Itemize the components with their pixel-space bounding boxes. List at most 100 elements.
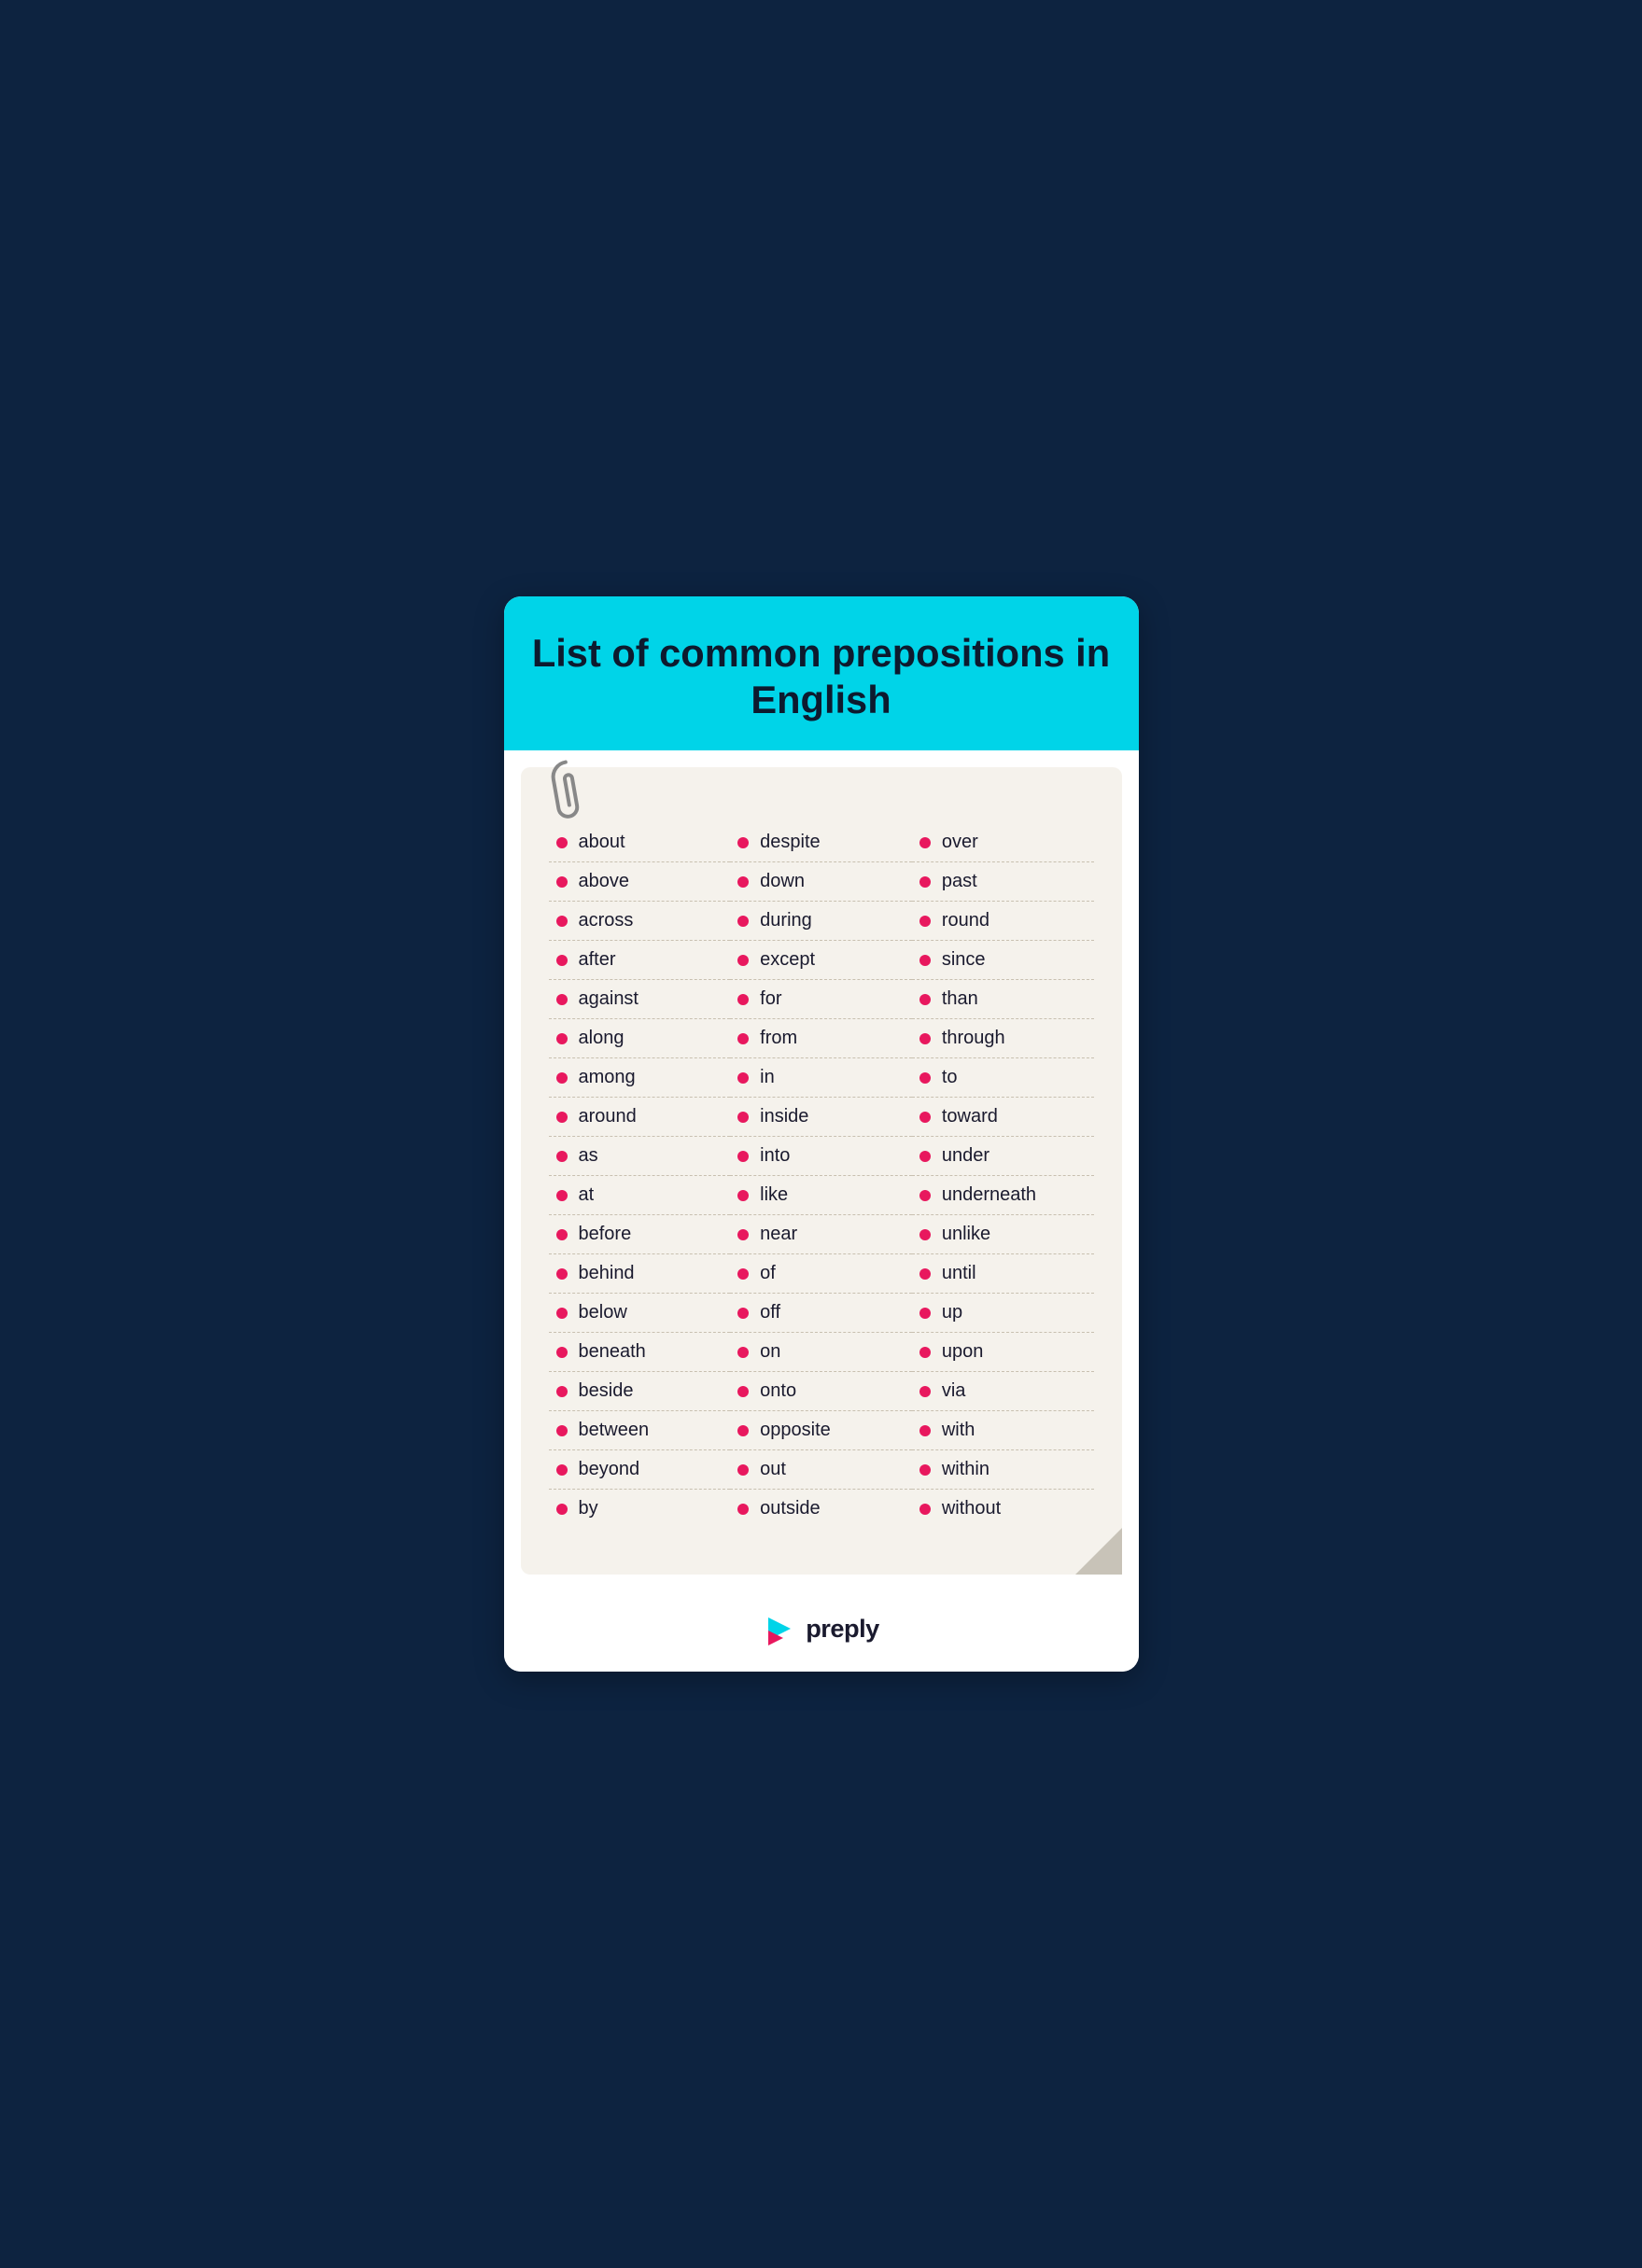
bullet-icon xyxy=(556,1425,568,1436)
preply-logo: preply xyxy=(763,1612,879,1645)
list-item: since xyxy=(912,941,1094,980)
list-item: along xyxy=(549,1019,731,1058)
list-item: within xyxy=(912,1450,1094,1490)
bullet-icon xyxy=(919,1151,931,1162)
preposition-word: without xyxy=(942,1498,1001,1519)
preposition-word: with xyxy=(942,1420,975,1441)
bullet-icon xyxy=(556,1112,568,1123)
bullet-icon xyxy=(556,1386,568,1397)
list-item: after xyxy=(549,941,731,980)
preposition-word: under xyxy=(942,1145,989,1167)
list-item: up xyxy=(912,1294,1094,1333)
preposition-word: off xyxy=(760,1302,780,1323)
bullet-icon xyxy=(556,1151,568,1162)
bullet-icon xyxy=(919,876,931,888)
bullet-icon xyxy=(737,1112,749,1123)
list-item: upon xyxy=(912,1333,1094,1372)
bullet-icon xyxy=(556,837,568,848)
card-header: List of common prepositions in English xyxy=(504,596,1139,751)
preposition-word: like xyxy=(760,1184,788,1206)
list-item: of xyxy=(730,1254,912,1294)
list-item: onto xyxy=(730,1372,912,1411)
preposition-word: until xyxy=(942,1263,976,1284)
preposition-word: than xyxy=(942,988,978,1010)
bullet-icon xyxy=(919,1308,931,1319)
list-item: outside xyxy=(730,1490,912,1528)
bullet-icon xyxy=(556,994,568,1005)
column-1: aboutaboveacrossafteragainstalongamongar… xyxy=(549,823,731,1528)
bullet-icon xyxy=(556,876,568,888)
preposition-word: near xyxy=(760,1224,797,1245)
list-item: beside xyxy=(549,1372,731,1411)
list-item: except xyxy=(730,941,912,980)
preposition-word: via xyxy=(942,1380,966,1402)
preposition-word: over xyxy=(942,832,978,853)
list-item: inside xyxy=(730,1098,912,1137)
card-body: aboutaboveacrossafteragainstalongamongar… xyxy=(521,767,1122,1575)
list-item: between xyxy=(549,1411,731,1450)
bullet-icon xyxy=(737,1190,749,1201)
bullet-icon xyxy=(737,1308,749,1319)
bullet-icon xyxy=(919,1386,931,1397)
bullet-icon xyxy=(556,916,568,927)
preposition-word: beside xyxy=(579,1380,634,1402)
preposition-word: through xyxy=(942,1028,1005,1049)
preposition-word: round xyxy=(942,910,989,931)
list-item: off xyxy=(730,1294,912,1333)
list-item: until xyxy=(912,1254,1094,1294)
column-2: despitedownduringexceptforfromininsidein… xyxy=(730,823,912,1528)
list-item: beyond xyxy=(549,1450,731,1490)
list-item: below xyxy=(549,1294,731,1333)
card-footer: preply xyxy=(504,1591,1139,1672)
preposition-word: around xyxy=(579,1106,637,1127)
bullet-icon xyxy=(737,1268,749,1280)
bullet-icon xyxy=(737,1072,749,1084)
preposition-word: toward xyxy=(942,1106,998,1127)
bullet-icon xyxy=(919,1425,931,1436)
bullet-icon xyxy=(919,1112,931,1123)
list-item: above xyxy=(549,862,731,902)
bullet-icon xyxy=(556,1504,568,1515)
preposition-word: between xyxy=(579,1420,650,1441)
bullet-icon xyxy=(737,837,749,848)
bullet-icon xyxy=(919,916,931,927)
list-item: down xyxy=(730,862,912,902)
preposition-word: onto xyxy=(760,1380,796,1402)
bullet-icon xyxy=(737,1386,749,1397)
preposition-word: among xyxy=(579,1067,636,1088)
preply-icon xyxy=(763,1612,796,1645)
main-card: List of common prepositions in English a… xyxy=(504,596,1139,1673)
bullet-icon xyxy=(556,1464,568,1476)
list-item: like xyxy=(730,1176,912,1215)
preposition-word: about xyxy=(579,832,625,853)
list-item: via xyxy=(912,1372,1094,1411)
preposition-word: unlike xyxy=(942,1224,990,1245)
list-item: before xyxy=(549,1215,731,1254)
list-item: than xyxy=(912,980,1094,1019)
list-item: during xyxy=(730,902,912,941)
preposition-word: above xyxy=(579,871,630,892)
preposition-word: across xyxy=(579,910,634,931)
bullet-icon xyxy=(556,1347,568,1358)
bullet-icon xyxy=(919,1229,931,1240)
bullet-icon xyxy=(919,1072,931,1084)
list-item: beneath xyxy=(549,1333,731,1372)
bullet-icon xyxy=(919,1504,931,1515)
bullet-icon xyxy=(556,1190,568,1201)
list-item: past xyxy=(912,862,1094,902)
bullet-icon xyxy=(737,1464,749,1476)
bullet-icon xyxy=(919,1464,931,1476)
corner-fold xyxy=(1075,1528,1122,1575)
prepositions-grid: aboutaboveacrossafteragainstalongamongar… xyxy=(549,823,1094,1528)
preposition-word: down xyxy=(760,871,805,892)
list-item: without xyxy=(912,1490,1094,1528)
brand-name: preply xyxy=(806,1614,879,1644)
list-item: by xyxy=(549,1490,731,1528)
preposition-word: opposite xyxy=(760,1420,831,1441)
preposition-word: beyond xyxy=(579,1459,640,1480)
preposition-word: except xyxy=(760,949,815,971)
bullet-icon xyxy=(556,1229,568,1240)
bullet-icon xyxy=(737,1151,749,1162)
bullet-icon xyxy=(737,1504,749,1515)
bullet-icon xyxy=(919,837,931,848)
